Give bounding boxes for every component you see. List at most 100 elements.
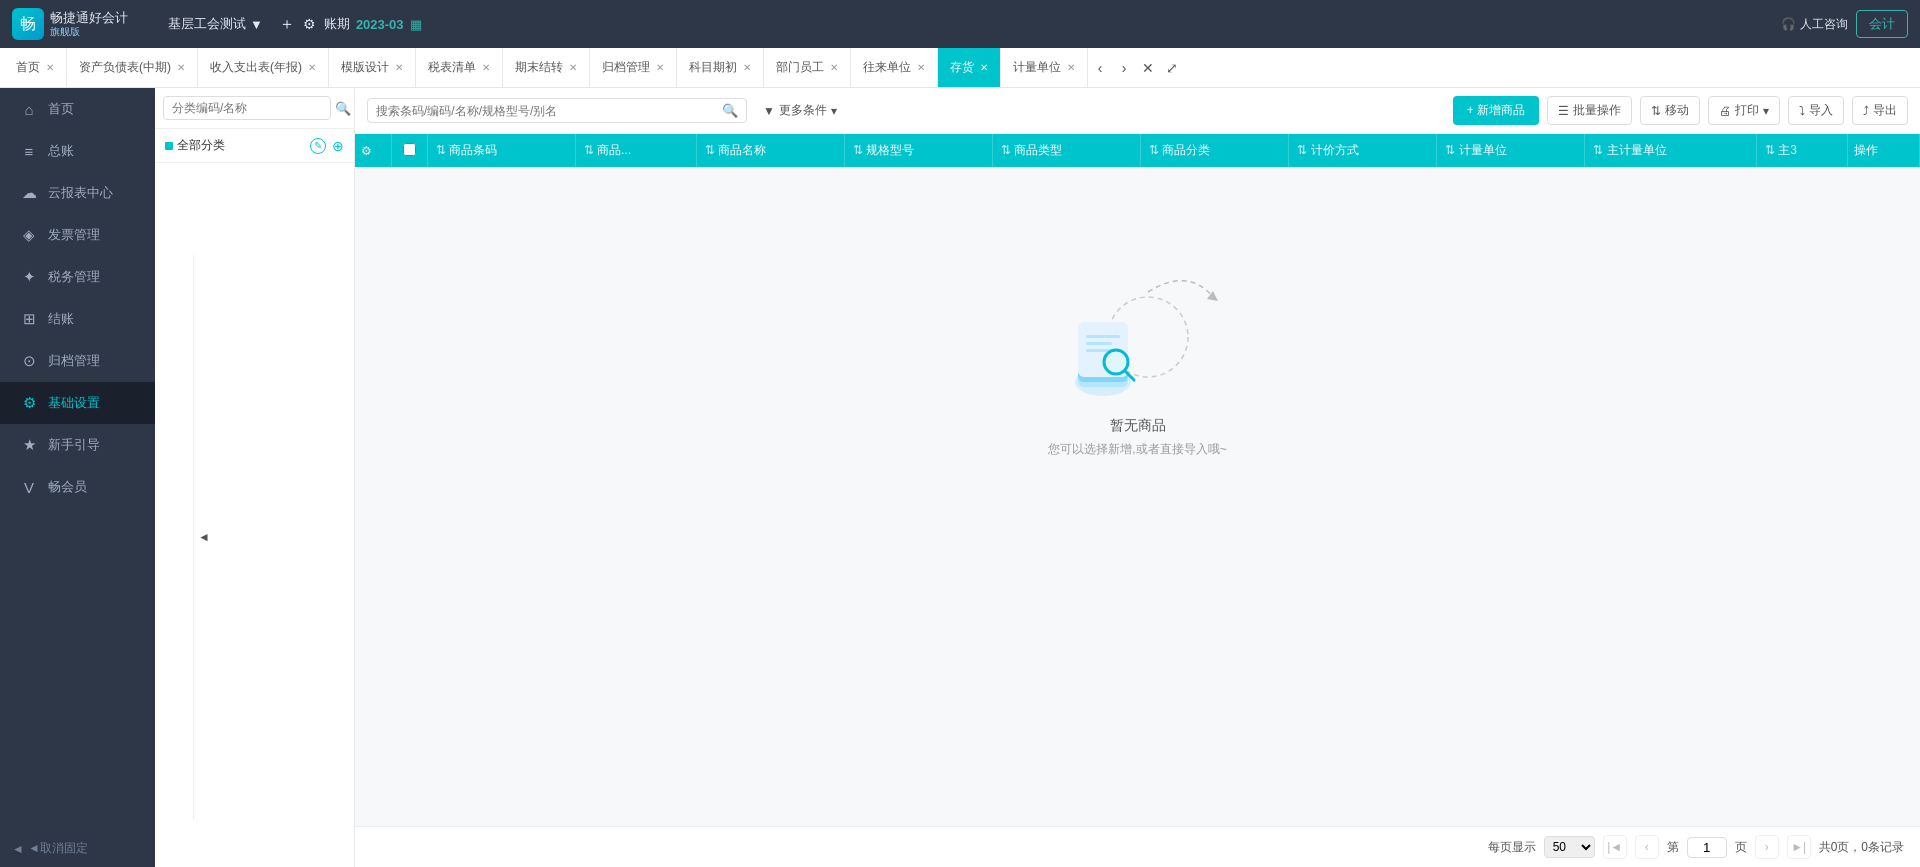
batch-operation-btn[interactable]: ☰ 批量操作 (1547, 96, 1632, 125)
table-header-row: ⚙ ⇅ 商品条码 ⇅ 商品... (355, 134, 1920, 167)
tab-close-模版设计[interactable]: ✕ (395, 62, 403, 73)
th-action: 操作 (1848, 134, 1920, 167)
tab-close-部门员工[interactable]: ✕ (830, 62, 838, 73)
top-bar: 畅 畅捷通好会计 旗舰版 基层工会测试 ▼ ＋ ⚙ 账期 2023-03 ▦ 🎧… (0, 0, 1920, 48)
th-barcode[interactable]: ⇅ 商品条码 (427, 134, 575, 167)
more-filter-btn[interactable]: ▼ 更多条件 ▾ (755, 98, 845, 123)
th-name[interactable]: ⇅ 商品名称 (696, 134, 844, 167)
sidebar-item-report[interactable]: ☁ 云报表中心 (0, 172, 155, 214)
export-btn[interactable]: ⤴ 导出 (1852, 96, 1908, 125)
tab-close-期末结转[interactable]: ✕ (569, 62, 577, 73)
th-main-unit[interactable]: ⇅ 主计量单位 (1585, 134, 1756, 167)
print-btn[interactable]: 🖨 打印 ▾ (1708, 96, 1780, 125)
total-records: 共0页，0条记录 (1819, 839, 1904, 856)
tab-close-往来单位[interactable]: ✕ (917, 62, 925, 73)
tab-prev-btn[interactable]: ‹ (1088, 48, 1112, 88)
move-btn[interactable]: ⇅ 移动 (1640, 96, 1700, 125)
settings-icon: ⚙ (20, 394, 38, 412)
ledger-icon: ≡ (20, 143, 38, 160)
th-type[interactable]: ⇅ 商品类型 (992, 134, 1140, 167)
sidebar-item-member[interactable]: V 畅会员 (0, 466, 155, 508)
page-number-input[interactable]: 1 (1687, 837, 1727, 858)
guide-icon: ★ (20, 436, 38, 454)
last-page-btn[interactable]: ►| (1787, 835, 1811, 859)
import-btn[interactable]: ⤵ 导入 (1788, 96, 1844, 125)
logo-area: 畅 畅捷通好会计 旗舰版 (12, 8, 152, 40)
calendar-icon[interactable]: ▦ (410, 17, 422, 32)
tab-科目期初[interactable]: 科目期初 ✕ (677, 48, 764, 88)
th-code[interactable]: ⇅ 商品... (575, 134, 696, 167)
cancel-fixed-btn[interactable]: ◄ ◄取消固定 (0, 830, 155, 867)
print-chevron: ▾ (1763, 104, 1769, 118)
select-all-checkbox[interactable] (403, 143, 416, 156)
sidebar-item-settings[interactable]: ⚙ 基础设置 (0, 382, 155, 424)
tab-close-收入支出表[interactable]: ✕ (308, 62, 316, 73)
tab-首页[interactable]: 首页 ✕ (4, 48, 67, 88)
tab-期末结转[interactable]: 期末结转 ✕ (503, 48, 590, 88)
empty-title: 暂无商品 (1110, 417, 1166, 435)
product-search-icon[interactable]: 🔍 (722, 103, 738, 118)
tab-close-科目期初[interactable]: ✕ (743, 62, 751, 73)
tab-归档管理[interactable]: 归档管理 ✕ (590, 48, 677, 88)
company-selector[interactable]: 基层工会测试 ▼ (160, 11, 271, 37)
page-size-select[interactable]: 50 10 20 100 (1544, 836, 1595, 858)
sidebar-item-invoice[interactable]: ◈ 发票管理 (0, 214, 155, 256)
chevron-down-icon: ▼ (250, 17, 263, 32)
sort-icon: ⇅ (1149, 143, 1159, 157)
th-spec[interactable]: ⇅ 规格型号 (844, 134, 992, 167)
tab-存货[interactable]: 存货 ✕ (938, 48, 1001, 88)
sidebar-item-tax[interactable]: ✦ 税务管理 (0, 256, 155, 298)
tab-close-存货[interactable]: ✕ (980, 62, 988, 73)
top-right: 🎧 人工咨询 会计 (1781, 10, 1908, 38)
th-col3[interactable]: ⇅ 主3 (1756, 134, 1847, 167)
column-settings-icon[interactable]: ⚙ (361, 144, 372, 158)
tab-往来单位[interactable]: 往来单位 ✕ (851, 48, 938, 88)
th-price-type[interactable]: ⇅ 计价方式 (1289, 134, 1437, 167)
sidebar-item-home[interactable]: ⌂ 首页 (0, 88, 155, 130)
category-search-input[interactable] (163, 96, 331, 120)
th-checkbox[interactable] (391, 134, 427, 167)
category-search-icon[interactable]: 🔍 (335, 101, 351, 116)
tab-模版设计[interactable]: 模版设计 ✕ (329, 48, 416, 88)
product-table: ⚙ ⇅ 商品条码 ⇅ 商品... (355, 134, 1920, 167)
tab-close-资产负债表[interactable]: ✕ (177, 62, 185, 73)
tab-部门员工[interactable]: 部门员工 ✕ (764, 48, 851, 88)
toolbar-right: + 新增商品 ☰ 批量操作 ⇅ 移动 🖨 打印 ▾ (1453, 96, 1908, 125)
collapse-panel-btn[interactable]: ◄ (194, 526, 214, 548)
add-icon[interactable]: ＋ (279, 14, 295, 35)
category-label[interactable]: 全部分类 (177, 137, 225, 154)
tab-close-税表清单[interactable]: ✕ (482, 62, 490, 73)
category-edit-icon[interactable]: ✎ (310, 138, 326, 154)
sort-icon: ⇅ (853, 143, 863, 157)
sidebar-item-archive[interactable]: ⊙ 归档管理 (0, 340, 155, 382)
th-category[interactable]: ⇅ 商品分类 (1141, 134, 1289, 167)
first-page-btn[interactable]: |◄ (1603, 835, 1627, 859)
tab-计量单位[interactable]: 计量单位 ✕ (1001, 48, 1088, 88)
add-product-btn[interactable]: + 新增商品 (1453, 96, 1539, 125)
tab-收入支出表[interactable]: 收入支出表(年报) ✕ (198, 48, 329, 88)
th-unit[interactable]: ⇅ 计量单位 (1437, 134, 1585, 167)
sidebar-item-settle[interactable]: ⊞ 结账 (0, 298, 155, 340)
tab-close-计量单位[interactable]: ✕ (1067, 62, 1075, 73)
tab-next-btn[interactable]: › (1112, 48, 1136, 88)
ai-consult-btn[interactable]: 🎧 人工咨询 (1781, 16, 1848, 33)
th-setting[interactable]: ⚙ (355, 134, 391, 167)
tab-close-归档管理[interactable]: ✕ (656, 62, 664, 73)
move-icon: ⇅ (1651, 104, 1661, 118)
category-header: 全部分类 ✎ ⊕ (155, 129, 354, 163)
tab-close-all-btn[interactable]: ✕ (1136, 48, 1160, 88)
settings-icon[interactable]: ⚙ (303, 16, 316, 32)
next-page-btn[interactable]: › (1755, 835, 1779, 859)
category-add-icon[interactable]: ⊕ (332, 138, 344, 154)
sidebar-item-ledger[interactable]: ≡ 总账 (0, 130, 155, 172)
sidebar-item-guide[interactable]: ★ 新手引导 (0, 424, 155, 466)
product-search-input[interactable] (376, 104, 722, 118)
empty-state: 暂无商品 您可以选择新增,或者直接导入哦~ (355, 167, 1920, 538)
tab-资产负债表[interactable]: 资产负债表(中期) ✕ (67, 48, 198, 88)
tab-close-首页[interactable]: ✕ (46, 62, 54, 73)
kuaiji-button[interactable]: 会计 (1856, 10, 1908, 38)
tab-税表清单[interactable]: 税表清单 ✕ (416, 48, 503, 88)
prev-page-btn[interactable]: ‹ (1635, 835, 1659, 859)
tab-expand-btn[interactable]: ⤢ (1160, 48, 1184, 88)
tab-bar: 首页 ✕ 资产负债表(中期) ✕ 收入支出表(年报) ✕ 模版设计 ✕ 税表清单… (0, 48, 1920, 88)
